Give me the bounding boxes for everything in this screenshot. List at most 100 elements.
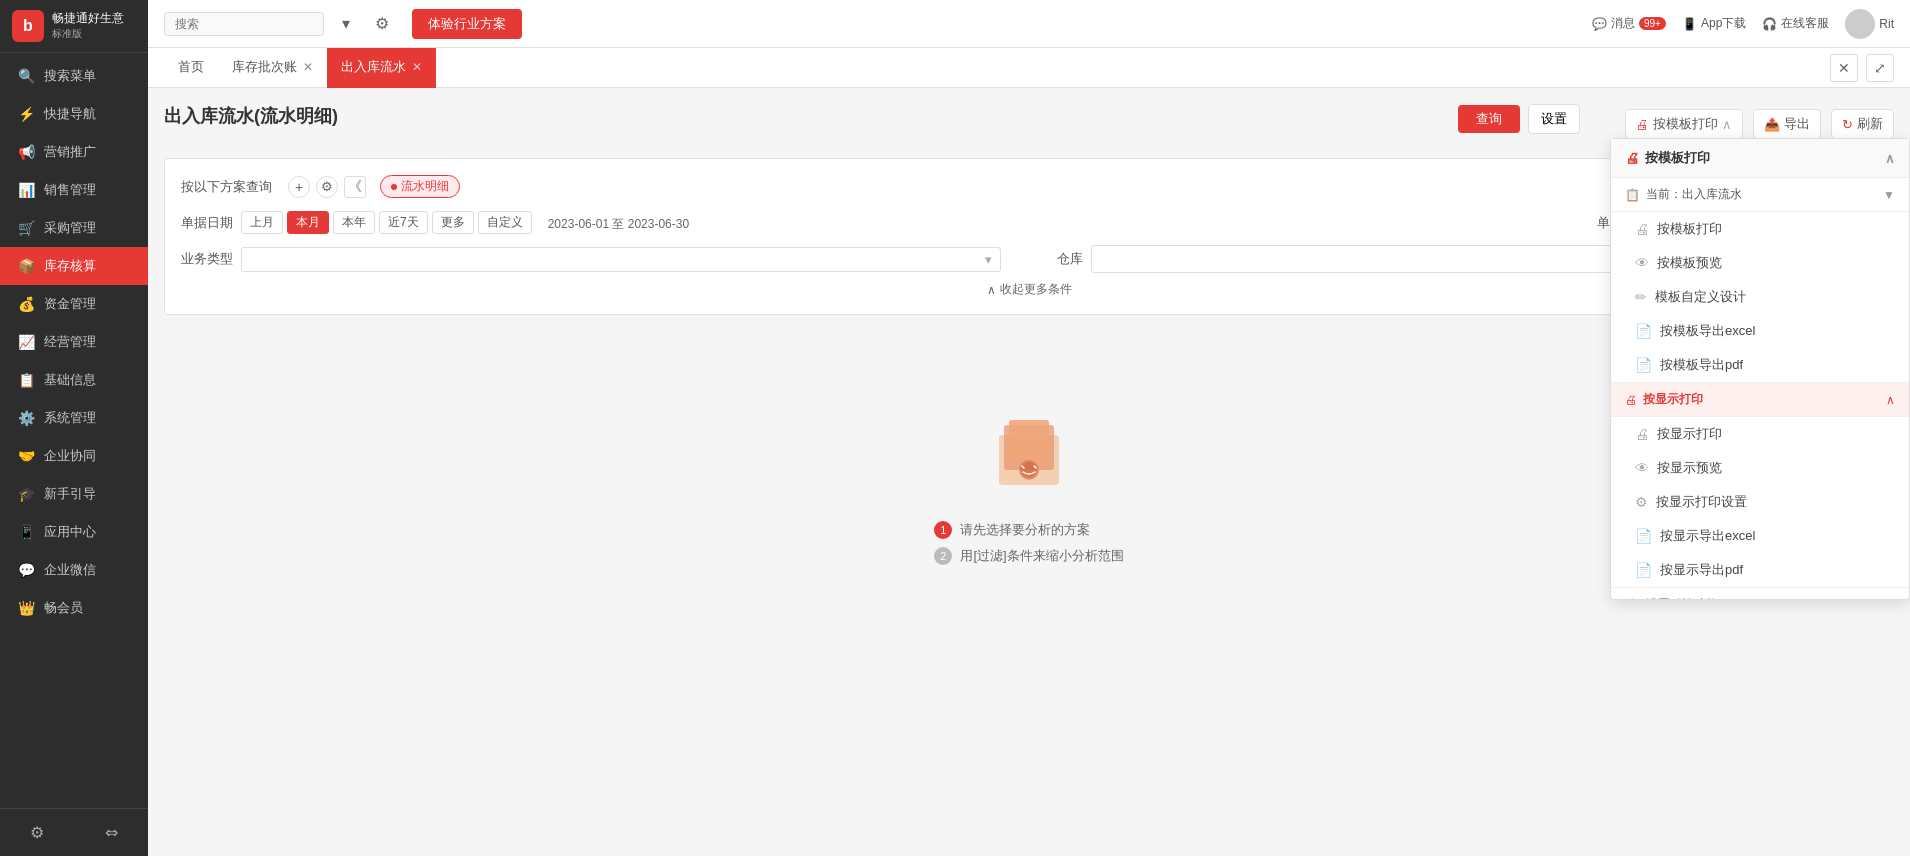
filter-settings-btn[interactable]: ⚙	[316, 176, 338, 198]
sidebar-settings-btn[interactable]: ⚙	[24, 817, 50, 848]
current-expand-icon[interactable]: ▼	[1883, 188, 1895, 202]
template-pdf-item-label: 按模板导出pdf	[1660, 356, 1743, 374]
current-template-section: 📋 当前：出入库流水 ▼	[1611, 178, 1909, 212]
biz-type-label: 业务类型	[181, 250, 233, 268]
search-input[interactable]	[175, 17, 313, 31]
tab-flow[interactable]: 出入库流水 ✕	[327, 48, 436, 88]
template-preview-item-icon: 👁	[1635, 255, 1649, 271]
app-logo: b 畅捷通好生意 标准版	[0, 0, 148, 53]
sidebar-item-purchase[interactable]: 🛒 采购管理	[0, 209, 148, 247]
display-preview-item[interactable]: 👁 按显示预览	[1611, 451, 1909, 485]
step-2-num: 2	[934, 547, 952, 565]
sidebar-item-quick-nav[interactable]: ⚡ 快捷导航	[0, 95, 148, 133]
app-download-btn[interactable]: 📱 App下载	[1682, 15, 1746, 32]
tab-expand-btn[interactable]: ⤢	[1866, 54, 1894, 82]
sidebar-item-label: 企业协同	[44, 447, 132, 465]
template-custom-item[interactable]: ✏ 模板自定义设计	[1611, 280, 1909, 314]
template-preview-item[interactable]: 👁 按模板预览	[1611, 246, 1909, 280]
date-option-7days[interactable]: 近7天	[379, 211, 428, 234]
sidebar-item-search[interactable]: 🔍 搜索菜单	[0, 57, 148, 95]
filter-add-btn[interactable]: +	[288, 176, 310, 198]
settings-btn[interactable]: 设置	[1528, 104, 1580, 134]
query-btn[interactable]: 查询	[1458, 105, 1520, 133]
default-func-expand-icon[interactable]: ▼	[1883, 598, 1895, 600]
filter-tag[interactable]: 流水明细	[380, 175, 460, 198]
sidebar-item-guide[interactable]: 🎓 新手引导	[0, 475, 148, 513]
sidebar-item-wechat[interactable]: 💬 企业微信	[0, 551, 148, 589]
display-excel-item[interactable]: 📄 按显示导出excel	[1611, 519, 1909, 553]
template-pdf-item[interactable]: 📄 按模板导出pdf	[1611, 348, 1909, 382]
filter-tag-dot	[391, 184, 397, 190]
marketing-icon: 📢	[16, 144, 36, 160]
topbar-settings-btn[interactable]: ⚙	[368, 10, 396, 38]
default-func-section: 📋 设置默认功能 ▼	[1611, 588, 1909, 599]
member-icon: 👑	[16, 600, 36, 616]
sidebar-item-label: 采购管理	[44, 219, 132, 237]
msg-icon: 💬	[1592, 17, 1607, 31]
export-btn[interactable]: 📤 导出	[1753, 109, 1821, 139]
tab-batch-close-icon[interactable]: ✕	[303, 60, 313, 74]
sidebar-collapse-btn[interactable]: ⇔	[99, 817, 124, 848]
biz-type-input[interactable]: ▾	[241, 247, 1001, 272]
date-option-this-month[interactable]: 本月	[287, 211, 329, 234]
date-option-last-month[interactable]: 上月	[241, 211, 283, 234]
sidebar-item-label: 畅会员	[44, 599, 132, 617]
sidebar-item-label: 基础信息	[44, 371, 132, 389]
search-box[interactable]	[164, 12, 324, 36]
sidebar-item-member[interactable]: 👑 畅会员	[0, 589, 148, 627]
avatar	[1845, 9, 1875, 39]
template-excel-item-icon: 📄	[1635, 323, 1652, 339]
step-1-num: 1	[934, 521, 952, 539]
sidebar-item-finance[interactable]: 💰 资金管理	[0, 285, 148, 323]
tab-home[interactable]: 首页	[164, 48, 218, 88]
filter-collapse-btn[interactable]: 《	[344, 176, 366, 198]
sidebar-item-operation[interactable]: 📈 经营管理	[0, 323, 148, 361]
collapse-more-icon: ∧	[987, 283, 996, 297]
sidebar-item-inventory[interactable]: 📦 库存核算	[0, 247, 148, 285]
template-excel-item[interactable]: 📄 按模板导出excel	[1611, 314, 1909, 348]
date-option-custom[interactable]: 自定义	[478, 211, 532, 234]
cooperation-icon: 🤝	[16, 448, 36, 464]
current-label: 当前：出入库流水	[1646, 186, 1742, 203]
display-preview-item-label: 按显示预览	[1657, 459, 1722, 477]
date-option-more[interactable]: 更多	[432, 211, 474, 234]
refresh-label: 刷新	[1857, 115, 1883, 133]
display-settings-item[interactable]: ⚙ 按显示打印设置	[1611, 485, 1909, 519]
sales-icon: 📊	[16, 182, 36, 198]
display-print-item[interactable]: 🖨 按显示打印	[1611, 417, 1909, 451]
tab-batch-account[interactable]: 库存批次账 ✕	[218, 48, 327, 88]
display-expand-icon[interactable]: ∧	[1886, 393, 1895, 407]
template-print-btn[interactable]: 🖨 按模板打印 ∧	[1625, 109, 1743, 139]
dropdown-collapse-icon[interactable]: ∧	[1885, 151, 1895, 166]
export-label: 导出	[1784, 115, 1810, 133]
display-pdf-item[interactable]: 📄 按显示导出pdf	[1611, 553, 1909, 587]
sidebar-item-basic[interactable]: 📋 基础信息	[0, 361, 148, 399]
tab-flow-close-icon[interactable]: ✕	[412, 60, 422, 74]
system-icon: ⚙️	[16, 410, 36, 426]
quick-nav-icon: ⚡	[16, 106, 36, 122]
template-print-item[interactable]: 🖨 按模板打印	[1611, 212, 1909, 246]
basic-icon: 📋	[16, 372, 36, 388]
topbar-chevron-btn[interactable]: ▾	[332, 10, 360, 38]
sidebar-item-label: 新手引导	[44, 485, 132, 503]
sidebar-item-system[interactable]: ⚙️ 系统管理	[0, 399, 148, 437]
date-option-this-year[interactable]: 本年	[333, 211, 375, 234]
sidebar-item-label: 系统管理	[44, 409, 132, 427]
sidebar-item-label: 企业微信	[44, 561, 132, 579]
print-icon: 🖨	[1636, 117, 1649, 132]
industry-solution-btn[interactable]: 体验行业方案	[412, 9, 522, 39]
date-range: 2023-06-01 至 2023-06-30	[548, 216, 689, 233]
svg-rect-4	[1021, 462, 1037, 478]
msg-btn[interactable]: 💬 消息 99+	[1592, 15, 1666, 32]
user-area[interactable]: Rit	[1845, 9, 1894, 39]
sidebar-item-marketing[interactable]: 📢 营销推广	[0, 133, 148, 171]
sidebar-item-app-center[interactable]: 📱 应用中心	[0, 513, 148, 551]
sidebar-item-cooperation[interactable]: 🤝 企业协同	[0, 437, 148, 475]
tab-close-all-btn[interactable]: ✕	[1830, 54, 1858, 82]
search-icon: 🔍	[16, 68, 36, 84]
refresh-btn[interactable]: ↻ 刷新	[1831, 109, 1894, 139]
svg-rect-2	[1009, 420, 1049, 460]
sidebar-item-sales[interactable]: 📊 销售管理	[0, 171, 148, 209]
template-preview-item-label: 按模板预览	[1657, 254, 1722, 272]
customer-service-btn[interactable]: 🎧 在线客服	[1762, 15, 1829, 32]
